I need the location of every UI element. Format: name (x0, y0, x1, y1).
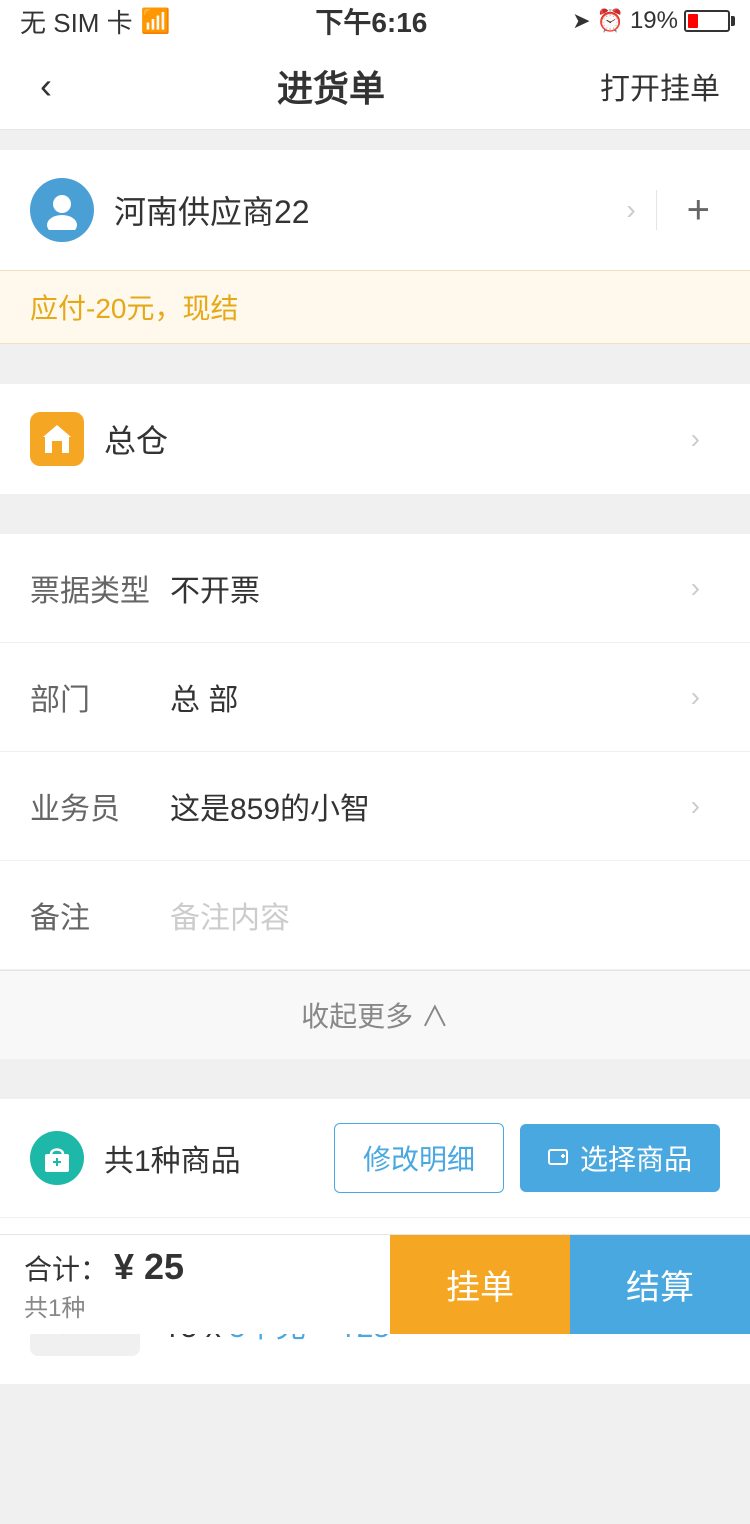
battery-icon (684, 10, 730, 32)
total-label: 合计： (24, 1248, 108, 1288)
battery-percent: 19% (630, 7, 678, 35)
chevron-dept-icon: › (691, 681, 700, 713)
checkout-button[interactable]: 结算 (570, 1235, 750, 1334)
bottom-spacer (0, 1404, 750, 1524)
back-button[interactable]: ‹ (30, 55, 62, 117)
person-icon (42, 190, 82, 230)
nav-bar: ‹ 进货单 打开挂单 (0, 42, 750, 130)
dept-value: 总 部 (170, 675, 691, 719)
chevron-right-icon: › (626, 194, 635, 226)
carrier-label: 无 SIM 卡 (20, 3, 133, 40)
form-row-remark[interactable]: 备注 备注内容 › (0, 861, 750, 970)
product-count: 共1种商品 (104, 1136, 334, 1180)
gap1 (0, 130, 750, 150)
gap2 (0, 364, 750, 384)
total-count: 共1种 (24, 1288, 366, 1323)
warehouse-section: 总仓 › (0, 384, 750, 494)
form-row-dept[interactable]: 部门 总 部 › (0, 643, 750, 752)
status-right: ➤ ⏰ 19% (572, 7, 730, 35)
status-left: 无 SIM 卡 📶 (20, 3, 171, 40)
ticket-label: 票据类型 (30, 566, 170, 610)
supplier-row[interactable]: 河南供应商22 › + (0, 150, 750, 270)
salesperson-label: 业务员 (30, 784, 170, 828)
select-product-button[interactable]: 选择商品 (520, 1124, 720, 1192)
chevron-ticket-icon: › (691, 572, 700, 604)
vertical-divider (656, 190, 657, 230)
chevron-salesperson-icon: › (691, 790, 700, 822)
form-row-ticket[interactable]: 票据类型 不开票 › (0, 534, 750, 643)
salesperson-value: 这是859的小智 (170, 784, 691, 828)
collapse-button[interactable]: 收起更多 ∧ (0, 970, 750, 1059)
add-supplier-button[interactable]: + (677, 188, 720, 233)
remark-label: 备注 (30, 893, 170, 937)
alarm-icon: ⏰ (597, 8, 624, 34)
page-title: 进货单 (277, 60, 385, 112)
chevron-right-warehouse-icon: › (691, 423, 700, 455)
product-header: 共1种商品 修改明细 选择商品 (0, 1099, 750, 1218)
status-time: 下午6:16 (315, 1, 427, 41)
edit-detail-button[interactable]: 修改明细 (334, 1123, 504, 1193)
gap4 (0, 1079, 750, 1099)
bottom-bar: 合计： ¥ 25 共1种 挂单 结算 (0, 1234, 750, 1334)
dept-label: 部门 (30, 675, 170, 719)
total-section: 合计： ¥ 25 共1种 (0, 1235, 390, 1334)
gap3 (0, 514, 750, 534)
open-pending-button[interactable]: 打开挂单 (600, 64, 720, 108)
supplier-name: 河南供应商22 (114, 187, 626, 233)
remark-placeholder: 备注内容 (170, 893, 691, 937)
wifi-icon: 📶 (141, 7, 171, 36)
location-icon: ➤ (572, 8, 590, 34)
select-product-icon (548, 1146, 572, 1170)
product-icon-wrap (30, 1131, 84, 1185)
warehouse-icon (30, 412, 84, 466)
warehouse-row[interactable]: 总仓 › (0, 384, 750, 494)
warehouse-name: 总仓 (104, 416, 691, 462)
total-amount: ¥ 25 (114, 1246, 184, 1288)
bag-icon (41, 1142, 73, 1174)
select-product-label: 选择商品 (580, 1138, 692, 1178)
ticket-value: 不开票 (170, 566, 691, 610)
house-icon (41, 423, 73, 455)
hang-order-button[interactable]: 挂单 (390, 1235, 570, 1334)
form-row-salesperson[interactable]: 业务员 这是859的小智 › (0, 752, 750, 861)
supplier-avatar (30, 178, 94, 242)
supplier-section: 河南供应商22 › + 应付-20元，现结 (0, 150, 750, 344)
notice-banner: 应付-20元，现结 (0, 270, 750, 344)
status-bar: 无 SIM 卡 📶 下午6:16 ➤ ⏰ 19% (0, 0, 750, 42)
form-section: 票据类型 不开票 › 部门 总 部 › 业务员 这是859的小智 › 备注 备注… (0, 534, 750, 1059)
battery-fill (688, 14, 698, 28)
